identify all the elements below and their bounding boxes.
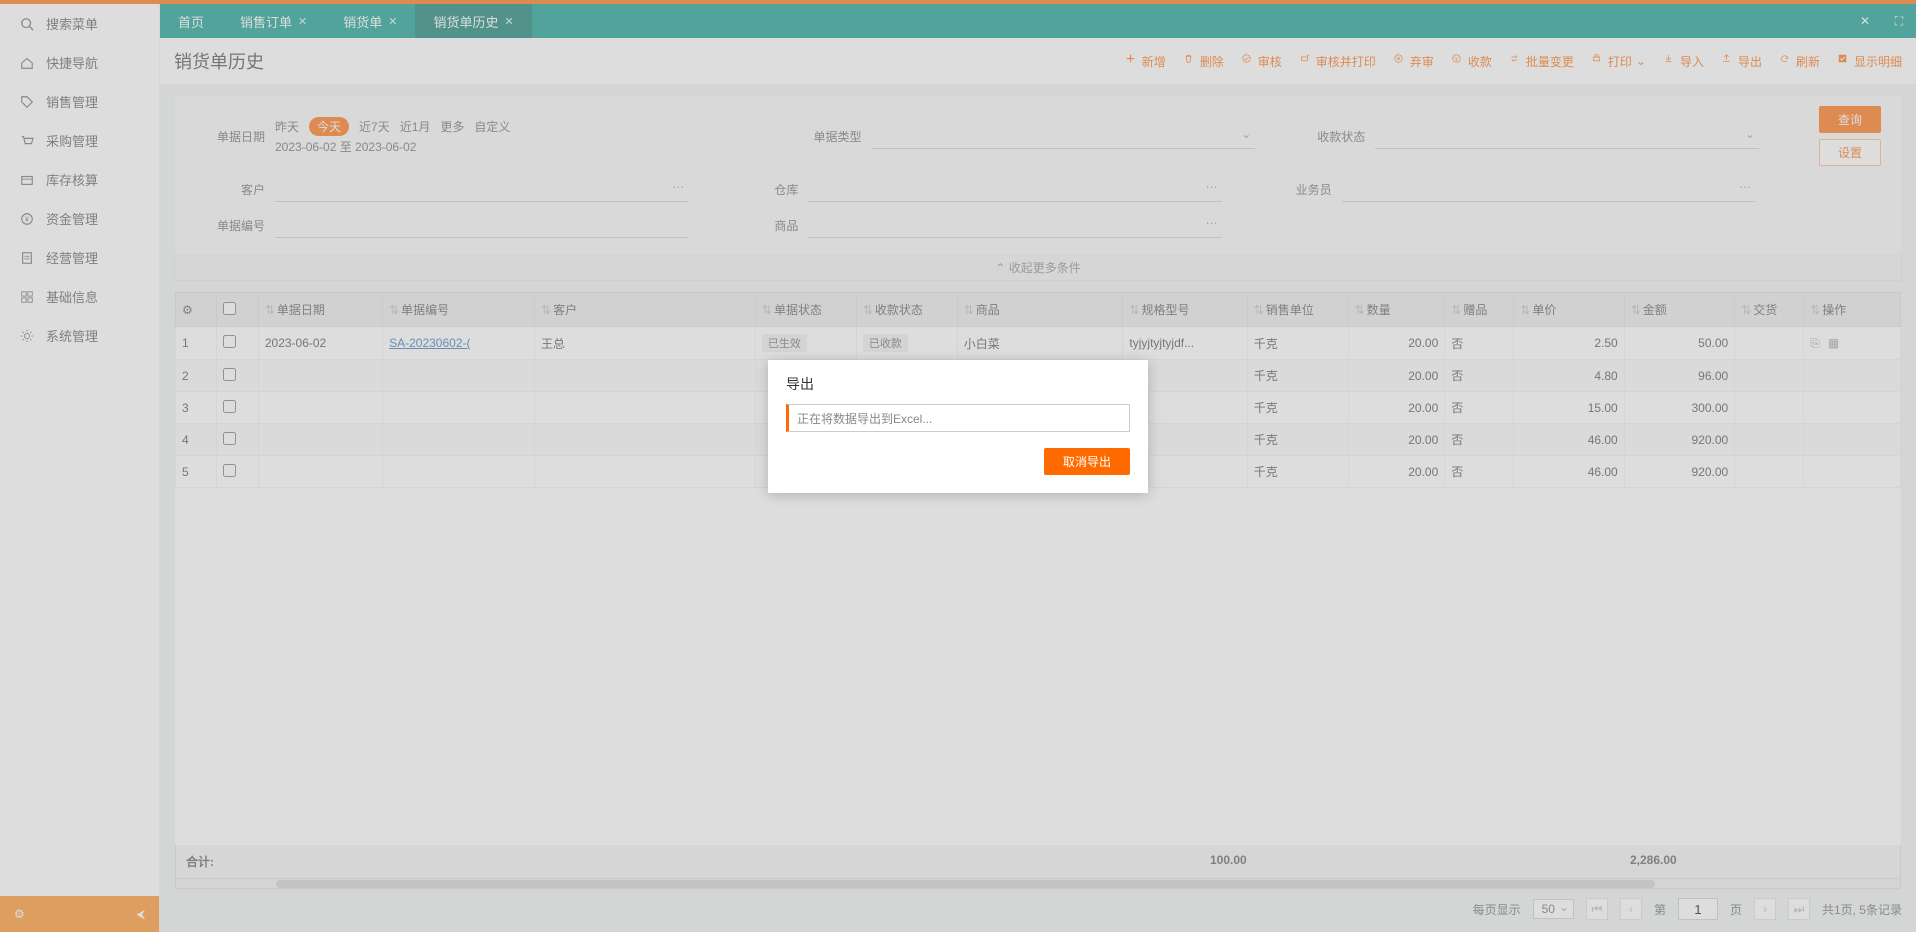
export-status-input [786,404,1130,432]
export-dialog: 导出 取消导出 [768,360,1148,493]
modal-overlay: 导出 取消导出 [0,0,1916,932]
dialog-title: 导出 [768,360,1148,404]
cancel-export-button[interactable]: 取消导出 [1044,448,1130,475]
